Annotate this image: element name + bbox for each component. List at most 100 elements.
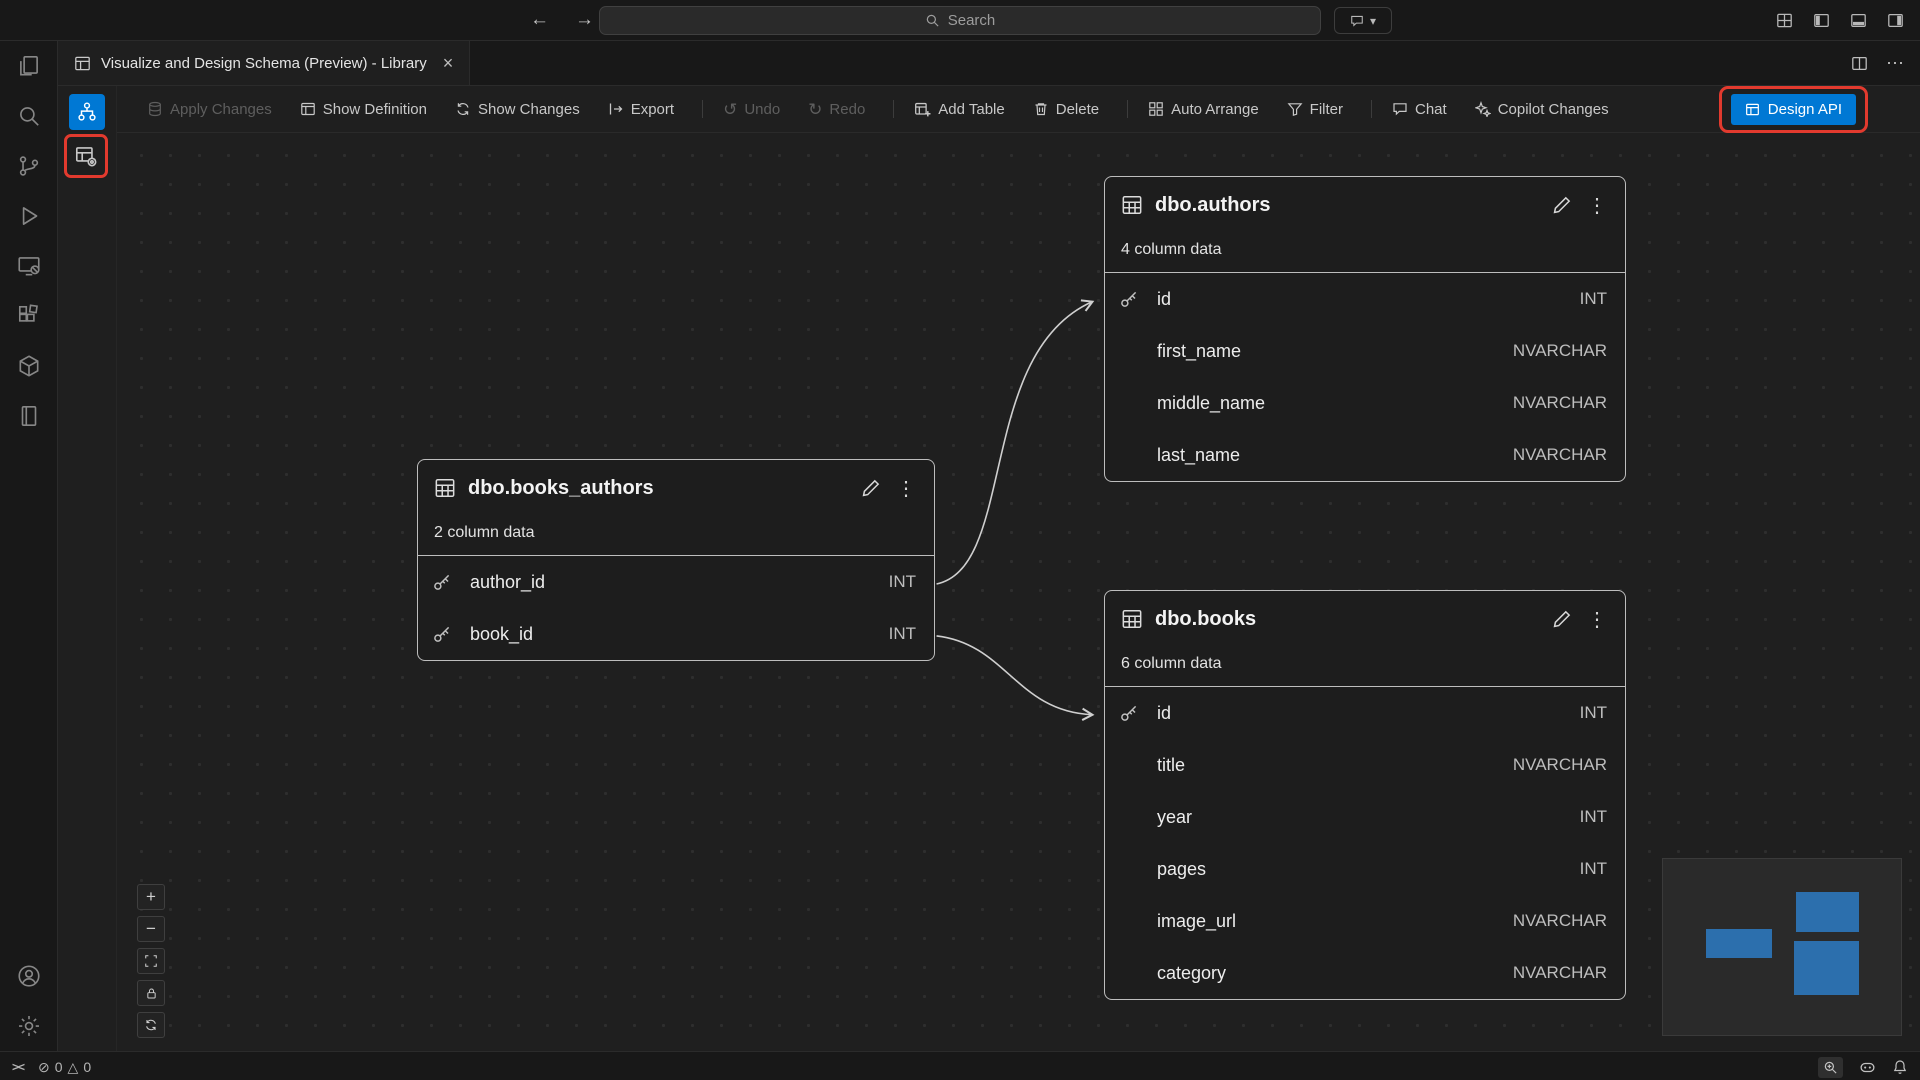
column-name: first_name bbox=[1157, 341, 1241, 362]
column-row-author_id[interactable]: author_idINT bbox=[418, 556, 934, 608]
settings-gear-icon[interactable] bbox=[16, 1013, 42, 1039]
table-subtitle: 6 column data bbox=[1105, 647, 1625, 687]
column-type: NVARCHAR bbox=[1513, 445, 1607, 465]
nav-back-icon[interactable]: ← bbox=[530, 9, 549, 31]
column-type: INT bbox=[1580, 289, 1607, 309]
edit-table-icon[interactable] bbox=[1551, 608, 1573, 630]
account-icon[interactable] bbox=[16, 963, 42, 989]
column-row-id[interactable]: idINT bbox=[1105, 687, 1625, 739]
table-grid-icon bbox=[1121, 194, 1143, 216]
table-columns: author_idINTbook_idINT bbox=[418, 556, 934, 660]
redo-button[interactable]: ↻ Redo bbox=[808, 101, 865, 118]
design-api-button[interactable]: Design API bbox=[1731, 94, 1856, 125]
column-type: NVARCHAR bbox=[1513, 755, 1607, 775]
copilot-status-icon[interactable] bbox=[1859, 1059, 1876, 1076]
column-row-middle_name[interactable]: middle_nameNVARCHAR bbox=[1105, 377, 1625, 429]
zoom-out-button[interactable]: − bbox=[137, 916, 165, 942]
editor-actions-more-icon[interactable]: ⋯ bbox=[1886, 53, 1904, 74]
edit-table-icon[interactable] bbox=[860, 477, 882, 499]
customize-layout-icon[interactable] bbox=[1776, 12, 1793, 29]
remote-explorer-icon[interactable] bbox=[16, 253, 42, 279]
add-table-button[interactable]: Add Table bbox=[914, 101, 1004, 118]
notifications-bell-icon[interactable] bbox=[1892, 1059, 1908, 1075]
design-api-label: Design API bbox=[1768, 101, 1842, 118]
copilot-menu-button[interactable]: ▾ bbox=[1334, 7, 1392, 34]
table-settings-tool-button[interactable] bbox=[73, 143, 99, 169]
column-row-image_url[interactable]: image_urlNVARCHAR bbox=[1105, 895, 1625, 947]
database-projects-icon[interactable] bbox=[16, 403, 42, 429]
database-sync-icon bbox=[147, 101, 163, 117]
relationship-edges bbox=[117, 133, 1920, 1051]
copilot-changes-button[interactable]: Copilot Changes bbox=[1475, 101, 1609, 118]
fk-edge-book[interactable] bbox=[937, 636, 1093, 715]
toggle-primary-sidebar-icon[interactable] bbox=[1813, 12, 1830, 29]
fk-edge-author[interactable] bbox=[937, 302, 1093, 584]
schema-visualize-tool-button[interactable] bbox=[69, 94, 105, 130]
column-row-first_name[interactable]: first_nameNVARCHAR bbox=[1105, 325, 1625, 377]
designer-side-strip bbox=[58, 86, 117, 1051]
extensions-icon[interactable] bbox=[16, 303, 42, 329]
column-row-category[interactable]: categoryNVARCHAR bbox=[1105, 947, 1625, 999]
show-changes-button[interactable]: Show Changes bbox=[455, 101, 580, 118]
fit-view-button[interactable] bbox=[137, 948, 165, 974]
show-definition-label: Show Definition bbox=[323, 101, 427, 118]
column-row-title[interactable]: titleNVARCHAR bbox=[1105, 739, 1625, 791]
delete-button[interactable]: Delete bbox=[1033, 101, 1099, 118]
edit-table-icon[interactable] bbox=[1551, 194, 1573, 216]
search-sidebar-icon[interactable] bbox=[16, 103, 42, 129]
column-row-pages[interactable]: pagesINT bbox=[1105, 843, 1625, 895]
show-definition-button[interactable]: Show Definition bbox=[300, 101, 427, 118]
command-center-search[interactable]: Search bbox=[599, 6, 1321, 35]
lock-button[interactable] bbox=[137, 980, 165, 1006]
zoom-status-icon[interactable] bbox=[1818, 1057, 1843, 1078]
search-placeholder: Search bbox=[948, 12, 996, 29]
definition-icon bbox=[300, 101, 316, 117]
files-icon[interactable] bbox=[16, 53, 42, 79]
column-name: category bbox=[1157, 963, 1226, 984]
run-debug-icon[interactable] bbox=[16, 203, 42, 229]
remote-indicator-icon[interactable]: >< bbox=[12, 1060, 24, 1074]
problems-indicator[interactable]: ⊘ 0 △ 0 bbox=[38, 1059, 91, 1076]
entity-table-books-authors[interactable]: dbo.books_authors ⋮ 2 column data author… bbox=[417, 459, 935, 661]
refresh-layout-button[interactable] bbox=[137, 1012, 165, 1038]
toggle-secondary-sidebar-icon[interactable] bbox=[1887, 12, 1904, 29]
warning-count: 0 bbox=[83, 1059, 91, 1075]
table-columns: idINTfirst_nameNVARCHARmiddle_nameNVARCH… bbox=[1105, 273, 1625, 481]
column-type: INT bbox=[889, 624, 916, 644]
toggle-panel-icon[interactable] bbox=[1850, 12, 1867, 29]
activity-bar bbox=[0, 41, 58, 1051]
source-control-icon[interactable] bbox=[16, 153, 42, 179]
tab-close-icon[interactable]: × bbox=[443, 53, 454, 74]
nav-forward-icon[interactable]: → bbox=[575, 9, 594, 31]
toolbar-separator bbox=[702, 100, 703, 118]
table-grid-icon bbox=[1121, 608, 1143, 630]
entity-table-books[interactable]: dbo.books ⋮ 6 column data idINTtitleNVAR… bbox=[1104, 590, 1626, 1000]
column-row-book_id[interactable]: book_idINT bbox=[418, 608, 934, 660]
database-icon[interactable] bbox=[16, 353, 42, 379]
column-row-last_name[interactable]: last_nameNVARCHAR bbox=[1105, 429, 1625, 481]
split-editor-icon[interactable] bbox=[1851, 55, 1868, 72]
search-icon bbox=[925, 13, 940, 28]
tab-bar: Visualize and Design Schema (Preview) - … bbox=[58, 41, 1920, 86]
auto-arrange-label: Auto Arrange bbox=[1171, 101, 1259, 118]
minimap[interactable] bbox=[1662, 858, 1902, 1036]
zoom-in-button[interactable]: + bbox=[137, 884, 165, 910]
table-menu-icon[interactable]: ⋮ bbox=[1585, 607, 1609, 632]
auto-arrange-button[interactable]: Auto Arrange bbox=[1148, 101, 1259, 118]
undo-button[interactable]: ↺ Undo bbox=[723, 101, 780, 118]
apply-changes-button[interactable]: Apply Changes bbox=[147, 101, 272, 118]
schema-canvas[interactable]: dbo.books_authors ⋮ 2 column data author… bbox=[117, 133, 1920, 1051]
table-menu-icon[interactable]: ⋮ bbox=[1585, 193, 1609, 218]
column-row-id[interactable]: idINT bbox=[1105, 273, 1625, 325]
tab-visualize-schema[interactable]: Visualize and Design Schema (Preview) - … bbox=[58, 41, 470, 85]
chat-button[interactable]: Chat bbox=[1392, 101, 1447, 118]
entity-table-authors[interactable]: dbo.authors ⋮ 4 column data idINTfirst_n… bbox=[1104, 176, 1626, 482]
filter-button[interactable]: Filter bbox=[1287, 101, 1343, 118]
table-subtitle: 4 column data bbox=[1105, 233, 1625, 273]
minimap-table-books bbox=[1794, 941, 1859, 995]
apply-changes-label: Apply Changes bbox=[170, 101, 272, 118]
table-menu-icon[interactable]: ⋮ bbox=[894, 476, 918, 501]
toolbar-separator bbox=[893, 100, 894, 118]
column-row-year[interactable]: yearINT bbox=[1105, 791, 1625, 843]
export-button[interactable]: Export bbox=[608, 101, 674, 118]
